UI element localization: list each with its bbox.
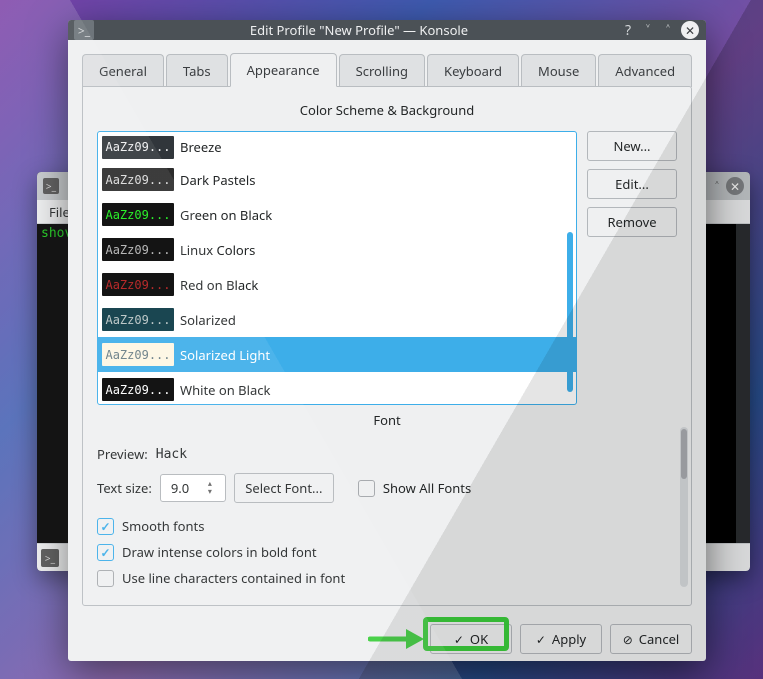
dialog-titlebar[interactable]: >_ Edit Profile "New Profile" — Konsole … [68, 20, 706, 40]
color-scheme-buttons: New... Edit... Remove [587, 131, 677, 405]
remove-scheme-button[interactable]: Remove [587, 207, 677, 237]
smooth-fonts-checkbox[interactable] [97, 518, 114, 535]
terminal-icon: >_ [74, 20, 94, 40]
terminal-tab-icon[interactable]: >_ [41, 549, 59, 567]
apply-label: Apply [552, 630, 586, 648]
edit-profile-dialog: >_ Edit Profile "New Profile" — Konsole … [68, 20, 706, 661]
show-all-fonts-checkbox[interactable] [358, 480, 375, 497]
terminal-icon: >_ [43, 178, 59, 194]
tab-keyboard[interactable]: Keyboard [427, 54, 519, 87]
scheme-label: Linux Colors [180, 241, 255, 259]
help-icon[interactable]: ? [618, 21, 638, 40]
textsize-label: Text size: [97, 479, 152, 497]
scheme-item[interactable]: AaZz09... Solarized [98, 302, 576, 337]
scheme-item[interactable]: AaZz09... Red on Black [98, 267, 576, 302]
listbox-scrollbar[interactable] [567, 232, 573, 392]
tab-appearance[interactable]: Appearance [230, 53, 337, 87]
edit-scheme-button[interactable]: Edit... [587, 169, 677, 199]
use-line-chars-label: Use line characters contained in font [122, 569, 345, 587]
draw-intense-label: Draw intense colors in bold font [122, 543, 317, 561]
select-font-button[interactable]: Select Font... [234, 473, 334, 503]
scheme-item[interactable]: AaZz09... Green on Black [98, 197, 576, 232]
dialog-body: General Tabs Appearance Scrolling Keyboa… [68, 40, 706, 614]
scheme-swatch: AaZz09... [102, 378, 174, 401]
scheme-label: Green on Black [180, 206, 272, 224]
tab-tabs[interactable]: Tabs [166, 54, 228, 87]
close-icon[interactable]: ✕ [681, 21, 699, 39]
scheme-item[interactable]: AaZz09... Breeze [98, 132, 576, 162]
scheme-label: Solarized Light [180, 346, 270, 364]
scheme-item[interactable]: AaZz09... White on Black [98, 372, 576, 405]
preview-font-name: Hack [156, 447, 187, 462]
font-preview-row: Preview: Hack [97, 445, 677, 463]
scheme-item[interactable]: AaZz09... Linux Colors [98, 232, 576, 267]
tab-advanced[interactable]: Advanced [598, 54, 692, 87]
scheme-label: Red on Black [180, 276, 258, 294]
scheme-item[interactable]: AaZz09... Solarized Light [98, 337, 576, 372]
terminal-scrollbar[interactable] [736, 224, 750, 543]
color-scheme-listbox[interactable]: AaZz09...BreezeAaZz09...Dark PastelsAaZz… [97, 131, 577, 405]
cancel-button[interactable]: ⊘ Cancel [610, 624, 692, 654]
textsize-input[interactable] [169, 478, 203, 498]
close-icon[interactable]: ✕ [726, 177, 744, 195]
maximize-icon[interactable]: ˄ [658, 21, 678, 40]
tab-mouse[interactable]: Mouse [521, 54, 596, 87]
dialog-button-bar: ✓ OK ✓ Apply ⊘ Cancel [68, 614, 706, 666]
check-icon: ✓ [536, 631, 546, 648]
scheme-swatch: AaZz09... [102, 238, 174, 261]
scheme-label: Solarized [180, 311, 236, 329]
dialog-tabs: General Tabs Appearance Scrolling Keyboa… [82, 52, 692, 86]
ok-label: OK [470, 630, 488, 648]
scheme-label: Dark Pastels [180, 171, 255, 189]
appearance-panel: Color Scheme & Background AaZz09... Breez… [82, 86, 692, 606]
scheme-swatch: AaZz09... [102, 343, 174, 366]
scheme-swatch: AaZz09... [102, 308, 174, 331]
chevron-down-icon[interactable]: ▾ [203, 488, 217, 496]
font-size-row: Text size: ▴ ▾ Select Font... Show All F… [97, 473, 677, 503]
font-section: Font Preview: Hack Text size: ▴ ▾ Select… [97, 405, 677, 591]
minimize-icon[interactable]: ˅ [638, 21, 658, 40]
ok-button[interactable]: ✓ OK [430, 624, 512, 654]
apply-button[interactable]: ✓ Apply [520, 624, 602, 654]
draw-intense-checkbox[interactable] [97, 544, 114, 561]
cancel-icon: ⊘ [623, 631, 633, 648]
panel-scrollbar[interactable] [680, 427, 688, 587]
scheme-label: White on Black [180, 381, 270, 399]
textsize-spinbox[interactable]: ▴ ▾ [160, 474, 226, 502]
use-line-chars-checkbox[interactable] [97, 570, 114, 587]
scheme-item[interactable]: AaZz09... Dark Pastels [98, 162, 576, 197]
spin-buttons[interactable]: ▴ ▾ [203, 480, 217, 496]
smooth-fonts-row: Smooth fonts [97, 513, 677, 539]
color-scheme-heading: Color Scheme & Background [97, 101, 677, 119]
scheme-swatch: AaZz09... [102, 168, 174, 191]
show-all-fonts-label: Show All Fonts [383, 479, 471, 497]
dialog-title: Edit Profile "New Profile" — Konsole [100, 21, 618, 39]
draw-intense-row: Draw intense colors in bold font [97, 539, 677, 565]
scheme-swatch: AaZz09... [102, 203, 174, 226]
smooth-fonts-label: Smooth fonts [122, 517, 204, 535]
tab-general[interactable]: General [82, 54, 164, 87]
scheme-label: Breeze [180, 138, 222, 156]
cancel-label: Cancel [639, 630, 679, 648]
use-line-chars-row: Use line characters contained in font [97, 565, 677, 591]
new-scheme-button[interactable]: New... [587, 131, 677, 161]
scheme-swatch: AaZz09... [102, 273, 174, 296]
preview-label: Preview: [97, 445, 148, 463]
maximize-icon[interactable]: ˄ [708, 177, 726, 195]
check-icon: ✓ [454, 631, 464, 648]
tab-scrolling[interactable]: Scrolling [339, 54, 425, 87]
font-heading: Font [97, 411, 677, 429]
scheme-swatch: AaZz09... [102, 136, 174, 159]
